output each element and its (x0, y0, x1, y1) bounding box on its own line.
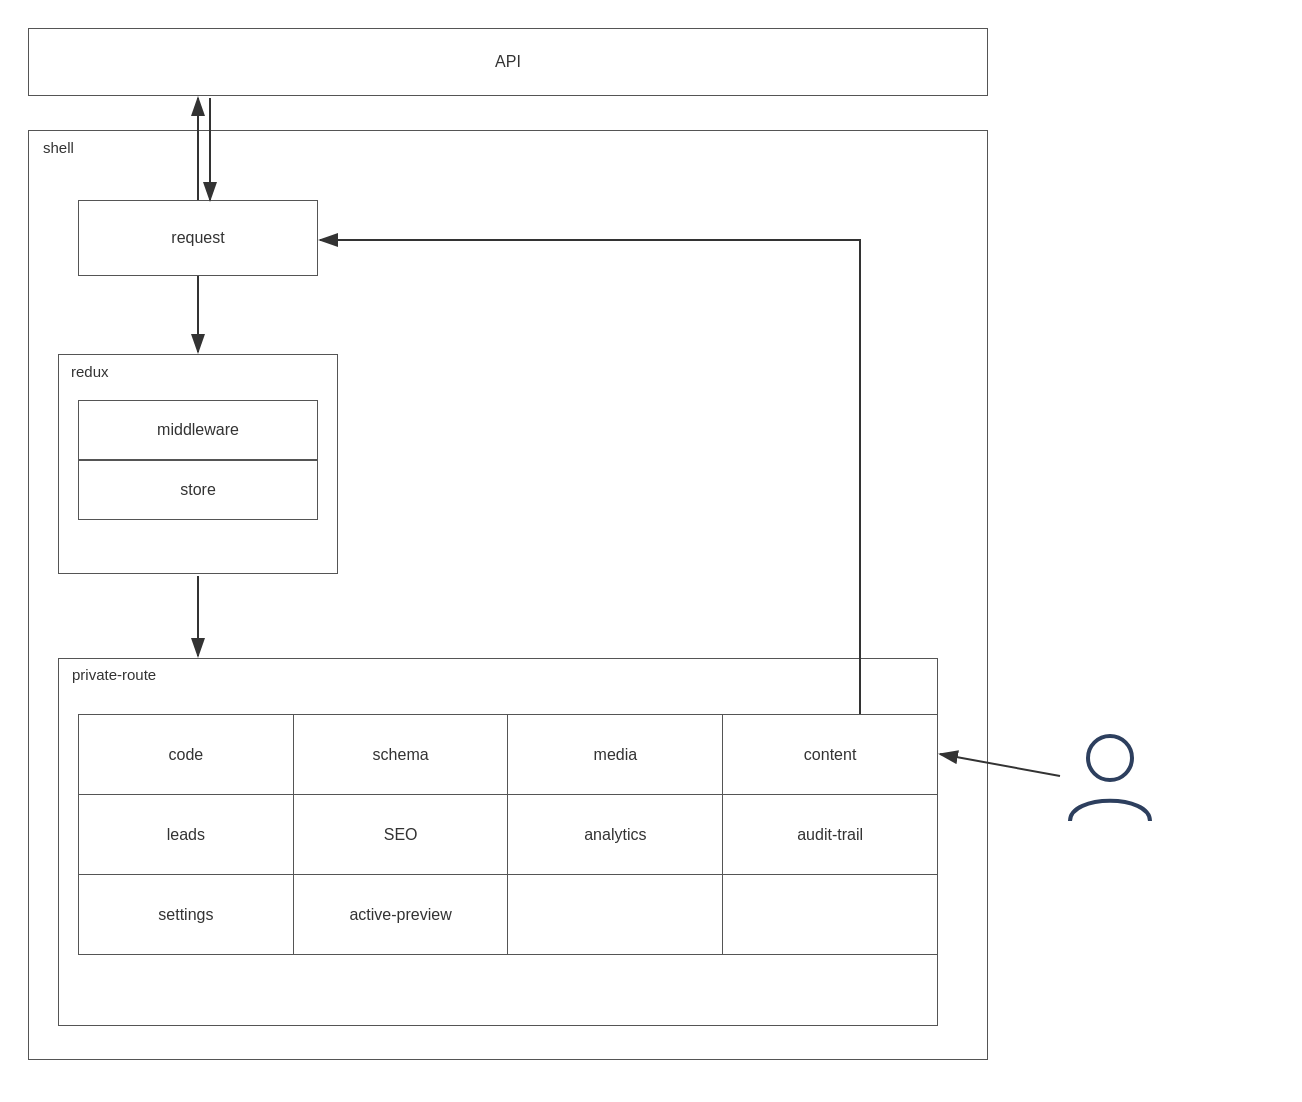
cell-empty-2 (723, 875, 938, 955)
shell-label: shell (43, 139, 74, 156)
redux-label: redux (71, 363, 109, 380)
store-label: store (180, 481, 216, 499)
cell-content: content (723, 715, 938, 795)
cell-audit-trail: audit-trail (723, 795, 938, 875)
diagram-wrapper: API shell request redux middleware store… (0, 0, 1302, 1102)
request-label: request (171, 229, 224, 247)
cell-empty-1 (508, 875, 723, 955)
store-box: store (78, 460, 318, 520)
table-row: code schema media content (79, 715, 938, 795)
cell-seo: SEO (293, 795, 508, 875)
cell-settings: settings (79, 875, 294, 955)
svg-point-0 (1088, 736, 1132, 780)
cell-schema: schema (293, 715, 508, 795)
api-label: API (495, 53, 521, 71)
private-route-label: private-route (72, 666, 156, 683)
cell-leads: leads (79, 795, 294, 875)
table-row: settings active-preview (79, 875, 938, 955)
cell-analytics: analytics (508, 795, 723, 875)
cell-active-preview: active-preview (293, 875, 508, 955)
table-row: leads SEO analytics audit-trail (79, 795, 938, 875)
cell-media: media (508, 715, 723, 795)
middleware-box: middleware (78, 400, 318, 460)
cell-code: code (79, 715, 294, 795)
middleware-label: middleware (157, 421, 239, 439)
user-icon (1060, 726, 1160, 826)
api-box: API (28, 28, 988, 96)
modules-grid: code schema media content leads SEO anal… (78, 714, 938, 955)
request-box: request (78, 200, 318, 276)
